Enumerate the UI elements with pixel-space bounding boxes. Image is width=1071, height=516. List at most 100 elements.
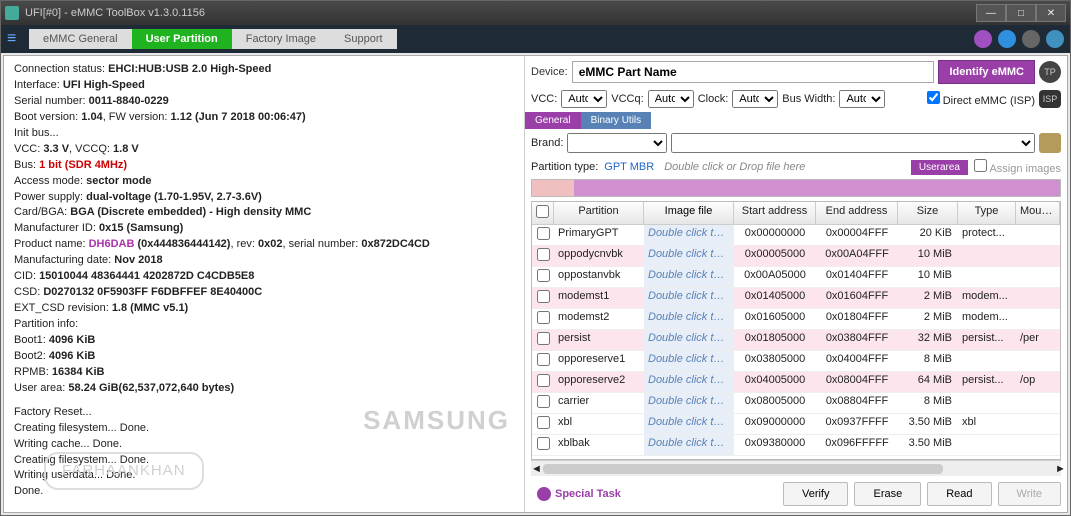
image-file-cell[interactable]: Double click to ... bbox=[644, 414, 734, 434]
type bbox=[958, 351, 1016, 371]
partition-bar[interactable] bbox=[531, 179, 1061, 197]
select-all-checkbox[interactable] bbox=[536, 205, 549, 218]
row-checkbox[interactable] bbox=[537, 227, 550, 240]
subtab-general[interactable]: General bbox=[525, 112, 581, 129]
partition-name: carrier bbox=[554, 393, 644, 413]
info-icon[interactable] bbox=[1022, 30, 1040, 48]
start-address: 0x09380000 bbox=[734, 435, 816, 455]
h-scrollbar[interactable]: ◄► bbox=[531, 460, 1061, 476]
partition-type-link[interactable]: GPT MBR bbox=[604, 161, 654, 173]
partition-name: xblbak bbox=[554, 435, 644, 455]
identify-button[interactable]: Identify eMMC bbox=[938, 60, 1035, 84]
model-select[interactable] bbox=[671, 133, 1035, 153]
row-checkbox[interactable] bbox=[537, 332, 550, 345]
table-row[interactable]: opporeserve1Double click to ...0x0380500… bbox=[532, 351, 1060, 372]
image-file-cell[interactable]: Double click to ... bbox=[644, 351, 734, 371]
partition-name: xbl bbox=[554, 414, 644, 434]
size: 10 MiB bbox=[898, 246, 958, 266]
main-window: UFI[#0] - eMMC ToolBox v1.3.0.1156 — □ ✕… bbox=[0, 0, 1071, 516]
mount bbox=[1016, 246, 1060, 266]
menu-icon[interactable]: ≡ bbox=[7, 30, 29, 48]
maximize-button[interactable]: □ bbox=[1006, 4, 1036, 22]
row-checkbox[interactable] bbox=[537, 248, 550, 261]
vccq-select[interactable]: Auto bbox=[648, 90, 694, 108]
minimize-button[interactable]: — bbox=[976, 4, 1006, 22]
image-file-cell[interactable]: Double click to ... bbox=[644, 393, 734, 413]
start-address: 0x01405000 bbox=[734, 288, 816, 308]
row-checkbox[interactable] bbox=[537, 437, 550, 450]
table-row[interactable]: xblDouble click to ...0x090000000x0937FF… bbox=[532, 414, 1060, 435]
tp-icon[interactable]: TP bbox=[1039, 61, 1061, 83]
table-row[interactable]: xblbakDouble click to ...0x093800000x096… bbox=[532, 435, 1060, 456]
image-file-cell[interactable]: Double click to ... bbox=[644, 435, 734, 455]
image-file-cell[interactable]: Double click to ... bbox=[644, 372, 734, 392]
image-file-cell[interactable]: Double click to ... bbox=[644, 309, 734, 329]
buswidth-select[interactable]: Auto bbox=[839, 90, 885, 108]
row-checkbox[interactable] bbox=[537, 353, 550, 366]
type: persist... bbox=[958, 372, 1016, 392]
tab-support[interactable]: Support bbox=[330, 29, 397, 49]
row-checkbox[interactable] bbox=[537, 290, 550, 303]
table-row[interactable]: PrimaryGPTDouble click to ...0x000000000… bbox=[532, 225, 1060, 246]
end-address: 0x03804FFF bbox=[816, 330, 898, 350]
partition-name: oppostanvbk bbox=[554, 267, 644, 287]
image-file-cell[interactable]: Double click to ... bbox=[644, 225, 734, 245]
write-button[interactable]: Write bbox=[998, 482, 1061, 506]
userarea-button[interactable]: Userarea bbox=[911, 160, 968, 175]
subtab-binary[interactable]: Binary Utils bbox=[581, 112, 652, 129]
close-button[interactable]: ✕ bbox=[1036, 4, 1066, 22]
mount bbox=[1016, 225, 1060, 245]
special-task-button[interactable]: Special Task bbox=[531, 487, 621, 501]
table-row[interactable]: oppodycnvbkDouble click to ...0x00005000… bbox=[532, 246, 1060, 267]
tab-user-partition[interactable]: User Partition bbox=[132, 29, 232, 49]
table-row[interactable]: modemst1Double click to ...0x014050000x0… bbox=[532, 288, 1060, 309]
assign-checkbox[interactable]: Assign images bbox=[974, 159, 1061, 175]
size: 10 MiB bbox=[898, 267, 958, 287]
table-row[interactable]: oppostanvbkDouble click to ...0x00A05000… bbox=[532, 267, 1060, 288]
end-address: 0x01804FFF bbox=[816, 309, 898, 329]
size: 3.50 MiB bbox=[898, 414, 958, 434]
partition-name: persist bbox=[554, 330, 644, 350]
size: 64 MiB bbox=[898, 372, 958, 392]
vcc-select[interactable]: Auto bbox=[561, 90, 607, 108]
clock-select[interactable]: Auto bbox=[732, 90, 778, 108]
image-file-cell[interactable]: Double click to ... bbox=[644, 267, 734, 287]
grid-body[interactable]: PrimaryGPTDouble click to ...0x000000000… bbox=[532, 225, 1060, 459]
open-folder-icon[interactable] bbox=[1039, 133, 1061, 153]
direct-emmc-checkbox[interactable]: Direct eMMC (ISP) bbox=[927, 91, 1035, 107]
device-label: Device: bbox=[531, 66, 568, 78]
sync-icon[interactable] bbox=[998, 30, 1016, 48]
globe-icon[interactable] bbox=[974, 30, 992, 48]
read-button[interactable]: Read bbox=[927, 482, 991, 506]
isp-icon[interactable]: ISP bbox=[1039, 90, 1061, 108]
table-row[interactable]: opporeserve2Double click to ...0x0400500… bbox=[532, 372, 1060, 393]
image-file-cell[interactable]: Double click to ... bbox=[644, 288, 734, 308]
end-address: 0x00004FFF bbox=[816, 225, 898, 245]
type: modem... bbox=[958, 309, 1016, 329]
partition-name: oppodycnvbk bbox=[554, 246, 644, 266]
device-input[interactable] bbox=[572, 61, 935, 83]
start-address: 0x00000000 bbox=[734, 225, 816, 245]
size: 8 MiB bbox=[898, 351, 958, 371]
table-row[interactable]: carrierDouble click to ...0x080050000x08… bbox=[532, 393, 1060, 414]
row-checkbox[interactable] bbox=[537, 416, 550, 429]
row-checkbox[interactable] bbox=[537, 311, 550, 324]
gear-icon[interactable] bbox=[1046, 30, 1064, 48]
brand-select[interactable] bbox=[567, 133, 667, 153]
tab-general[interactable]: eMMC General bbox=[29, 29, 132, 49]
table-row[interactable]: persistDouble click to ...0x018050000x03… bbox=[532, 330, 1060, 351]
table-row[interactable]: modemst2Double click to ...0x016050000x0… bbox=[532, 309, 1060, 330]
erase-button[interactable]: Erase bbox=[854, 482, 921, 506]
drop-hint[interactable]: Double click or Drop file here bbox=[660, 159, 905, 175]
size: 2 MiB bbox=[898, 288, 958, 308]
row-checkbox[interactable] bbox=[537, 269, 550, 282]
mount bbox=[1016, 309, 1060, 329]
verify-button[interactable]: Verify bbox=[783, 482, 849, 506]
partition-grid: Partition Image file Start address End a… bbox=[531, 201, 1061, 460]
image-file-cell[interactable]: Double click to ... bbox=[644, 330, 734, 350]
row-checkbox[interactable] bbox=[537, 374, 550, 387]
image-file-cell[interactable]: Double click to ... bbox=[644, 246, 734, 266]
row-checkbox[interactable] bbox=[537, 395, 550, 408]
tab-factory-image[interactable]: Factory Image bbox=[232, 29, 330, 49]
mount bbox=[1016, 393, 1060, 413]
